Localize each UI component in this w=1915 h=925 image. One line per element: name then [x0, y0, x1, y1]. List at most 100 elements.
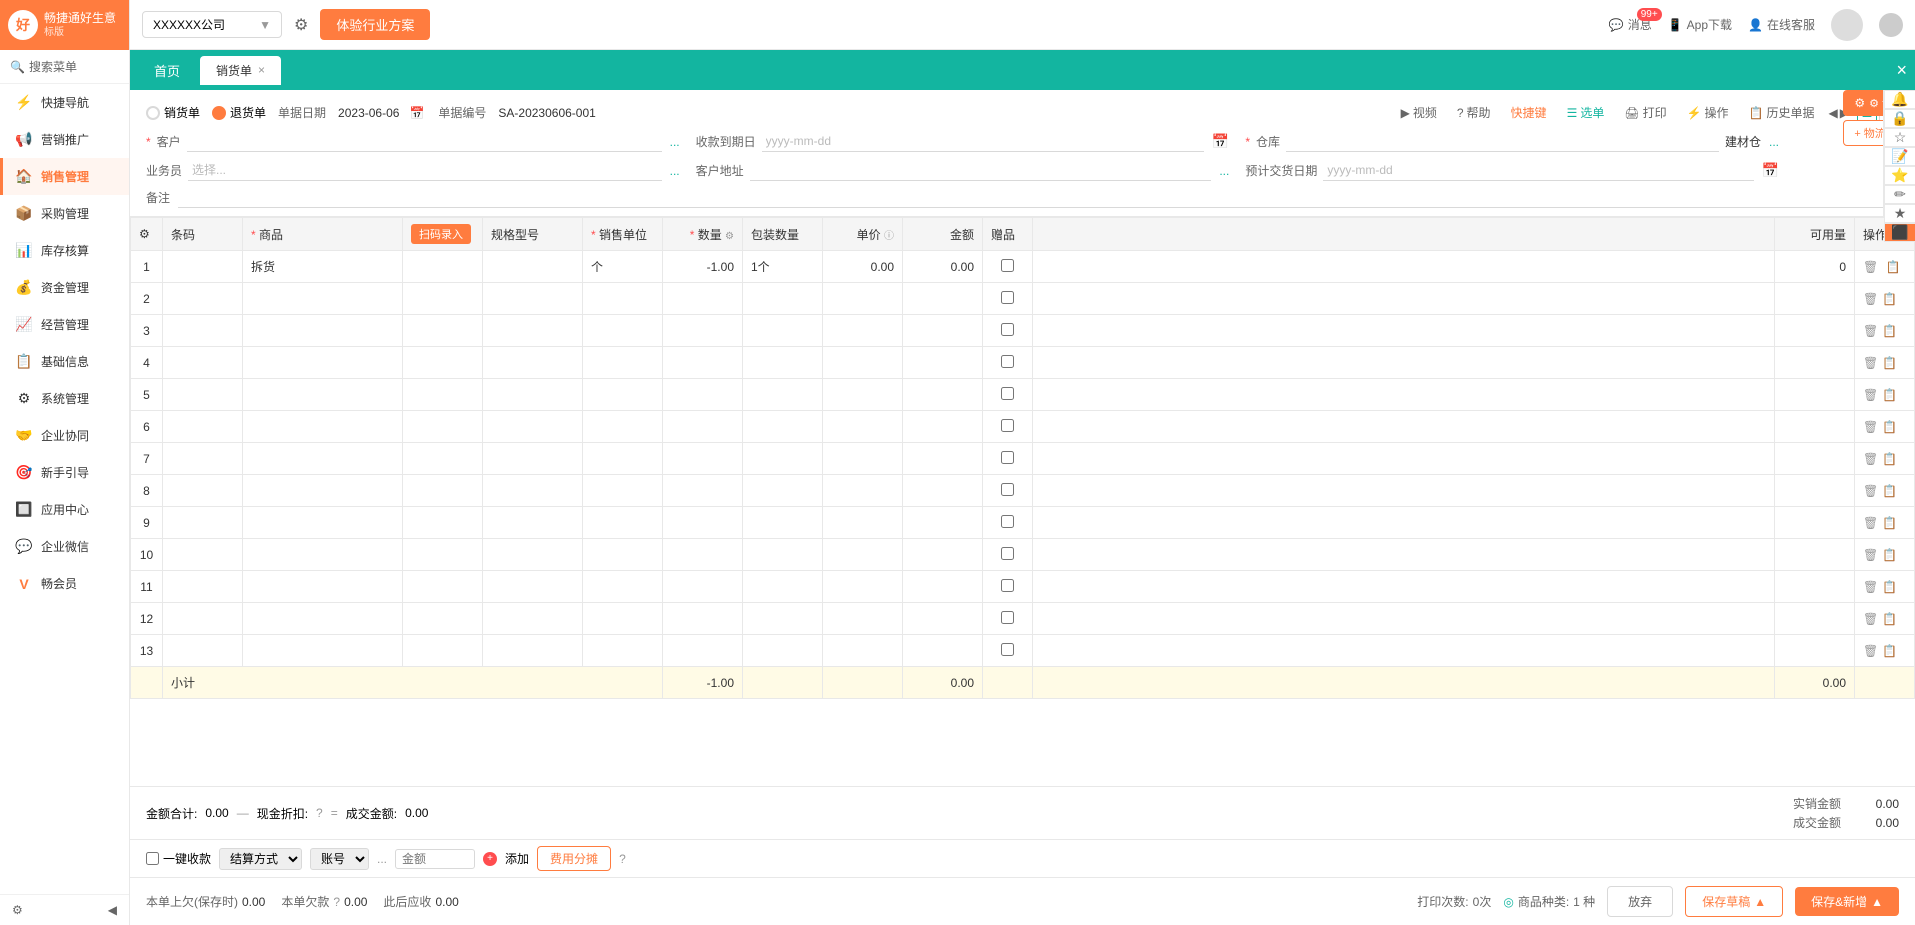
- gift-checkbox[interactable]: [1001, 451, 1014, 464]
- payment-checkbox[interactable]: [146, 852, 159, 865]
- delete-icon[interactable]: 🗑: [1863, 612, 1878, 626]
- gift-checkbox[interactable]: [1001, 419, 1014, 432]
- copy-icon[interactable]: 📋: [1882, 292, 1897, 306]
- row-pack-qty[interactable]: 1个: [743, 251, 823, 283]
- customer-addr-input[interactable]: [750, 160, 1212, 181]
- online-service-btn[interactable]: 👤 在线客服: [1748, 16, 1815, 33]
- tab-sales-order[interactable]: 销货单 ×: [200, 56, 281, 85]
- date-cal-icon[interactable]: 📅: [409, 106, 424, 120]
- sidebar-item-apps[interactable]: 🔲 应用中心: [0, 491, 129, 528]
- copy-icon[interactable]: 📋: [1882, 452, 1897, 466]
- row-amount[interactable]: 0.00: [903, 251, 983, 283]
- delete-icon[interactable]: 🗑: [1863, 356, 1878, 370]
- save-draft-button[interactable]: 保存草稿 ▲: [1685, 886, 1783, 917]
- shortcut-btn[interactable]: 快捷键: [1505, 102, 1553, 123]
- delete-icon[interactable]: 🗑: [1863, 260, 1878, 274]
- calc-method-select[interactable]: 结算方式: [219, 848, 302, 870]
- tab-close-icon[interactable]: ×: [258, 63, 265, 77]
- delete-icon[interactable]: 🗑: [1863, 580, 1878, 594]
- delete-icon[interactable]: 🗑: [1863, 644, 1878, 658]
- row-barcode[interactable]: [163, 251, 243, 283]
- add-payment-btn[interactable]: +: [483, 852, 497, 866]
- delete-icon[interactable]: 🗑: [1863, 292, 1878, 306]
- user-avatar[interactable]: [1831, 9, 1863, 41]
- payment-date-input[interactable]: [762, 131, 1204, 152]
- gift-checkbox[interactable]: [1001, 259, 1014, 272]
- float-icon-6[interactable]: ✏: [1884, 185, 1915, 204]
- copy-icon[interactable]: 📋: [1882, 548, 1897, 562]
- float-icon-3[interactable]: ☆: [1884, 128, 1915, 147]
- settings-footer-icon[interactable]: ⚙: [12, 903, 23, 917]
- float-icon-2[interactable]: 🔒: [1884, 109, 1915, 128]
- prev-icon[interactable]: ◀: [1829, 106, 1838, 120]
- row-goods[interactable]: 拆货: [243, 251, 403, 283]
- gift-checkbox[interactable]: [1001, 355, 1014, 368]
- save-new-button[interactable]: 保存&新增 ▲: [1795, 887, 1899, 916]
- gift-checkbox[interactable]: [1001, 291, 1014, 304]
- copy-icon[interactable]: 📋: [1882, 484, 1897, 498]
- float-icon-5[interactable]: ⭐: [1884, 166, 1915, 185]
- gift-checkbox[interactable]: [1001, 483, 1014, 496]
- delivery-cal-icon[interactable]: 📅: [1762, 162, 1779, 179]
- customer-input[interactable]: [187, 131, 662, 152]
- app-download-btn[interactable]: 📱 App下载: [1668, 16, 1732, 33]
- sidebar-item-purchase[interactable]: 📦 采购管理: [0, 195, 129, 232]
- collapse-icon[interactable]: ◀: [108, 903, 117, 917]
- sidebar-item-member[interactable]: V 畅会员: [0, 565, 129, 602]
- company-selector[interactable]: XXXXXX公司 ▼: [142, 11, 282, 38]
- gift-checkbox[interactable]: [1001, 579, 1014, 592]
- th-settings[interactable]: ⚙: [131, 218, 163, 251]
- copy-icon[interactable]: 📋: [1882, 324, 1897, 338]
- gift-checkbox[interactable]: [1001, 611, 1014, 624]
- amount-input[interactable]: [395, 849, 475, 869]
- delete-icon[interactable]: 🗑: [1863, 548, 1878, 562]
- one-click-payment-check[interactable]: 一键收款: [146, 850, 211, 867]
- gift-checkbox[interactable]: [1001, 323, 1014, 336]
- copy-icon[interactable]: 📋: [1882, 516, 1897, 530]
- sidebar-item-enterprise[interactable]: 🤝 企业协同: [0, 417, 129, 454]
- radio-return[interactable]: 退货单: [212, 104, 266, 121]
- account-select[interactable]: 账号: [310, 848, 369, 870]
- delete-icon[interactable]: 🗑: [1863, 388, 1878, 402]
- row-spec[interactable]: [483, 251, 583, 283]
- operation-btn[interactable]: ⚡ 操作: [1681, 102, 1735, 123]
- radio-sales[interactable]: 销货单: [146, 104, 200, 121]
- tab-home[interactable]: 首页: [138, 55, 196, 86]
- search-menu[interactable]: 🔍 搜索菜单: [0, 50, 129, 84]
- help-btn[interactable]: ? 帮助: [1451, 102, 1497, 123]
- sidebar-item-wechat[interactable]: 💬 企业微信: [0, 528, 129, 565]
- sidebar-item-inventory[interactable]: 📊 库存核算: [0, 232, 129, 269]
- copy-icon[interactable]: 📋: [1882, 356, 1897, 370]
- print-btn[interactable]: 🖨 打印: [1618, 102, 1672, 123]
- copy-icon[interactable]: 📋: [1886, 260, 1901, 274]
- header-settings-icon[interactable]: ⚙: [294, 15, 308, 35]
- sidebar-item-basic[interactable]: 📋 基础信息: [0, 343, 129, 380]
- video-btn[interactable]: ▶ 视频: [1395, 102, 1443, 123]
- sidebar-item-sales[interactable]: 🏠 销售管理: [0, 158, 129, 195]
- delete-icon[interactable]: 🗑: [1863, 324, 1878, 338]
- copy-icon[interactable]: 📋: [1882, 420, 1897, 434]
- user-avatar2[interactable]: [1879, 13, 1903, 37]
- scan-btn[interactable]: 扫码录入: [411, 224, 471, 244]
- row-gift[interactable]: [983, 251, 1033, 283]
- float-icon-4[interactable]: 📝: [1884, 147, 1915, 166]
- float-icon-7[interactable]: ★: [1884, 204, 1915, 223]
- copy-icon[interactable]: 📋: [1882, 644, 1897, 658]
- payment-cal-icon[interactable]: 📅: [1212, 133, 1229, 150]
- select-btn[interactable]: ☰ 选单: [1561, 102, 1611, 123]
- gift-checkbox[interactable]: [1001, 643, 1014, 656]
- delete-icon[interactable]: 🗑: [1863, 452, 1878, 466]
- sidebar-item-quick-nav[interactable]: ⚡ 快捷导航: [0, 84, 129, 121]
- warehouse-input[interactable]: [1286, 131, 1719, 152]
- close-all-tabs[interactable]: ×: [1896, 60, 1907, 81]
- float-icon-1[interactable]: 🔔: [1884, 90, 1915, 109]
- row-qty[interactable]: -1.00: [663, 251, 743, 283]
- copy-icon[interactable]: 📋: [1882, 580, 1897, 594]
- delete-icon[interactable]: 🗑: [1863, 516, 1878, 530]
- fenpei-btn[interactable]: 费用分摊: [537, 846, 611, 871]
- sidebar-item-finance[interactable]: 💰 资金管理: [0, 269, 129, 306]
- sidebar-item-system[interactable]: ⚙ 系统管理: [0, 380, 129, 417]
- float-icon-8[interactable]: ⬛: [1884, 223, 1915, 242]
- row-price[interactable]: 0.00: [823, 251, 903, 283]
- warehouse-dots[interactable]: ...: [1769, 135, 1779, 149]
